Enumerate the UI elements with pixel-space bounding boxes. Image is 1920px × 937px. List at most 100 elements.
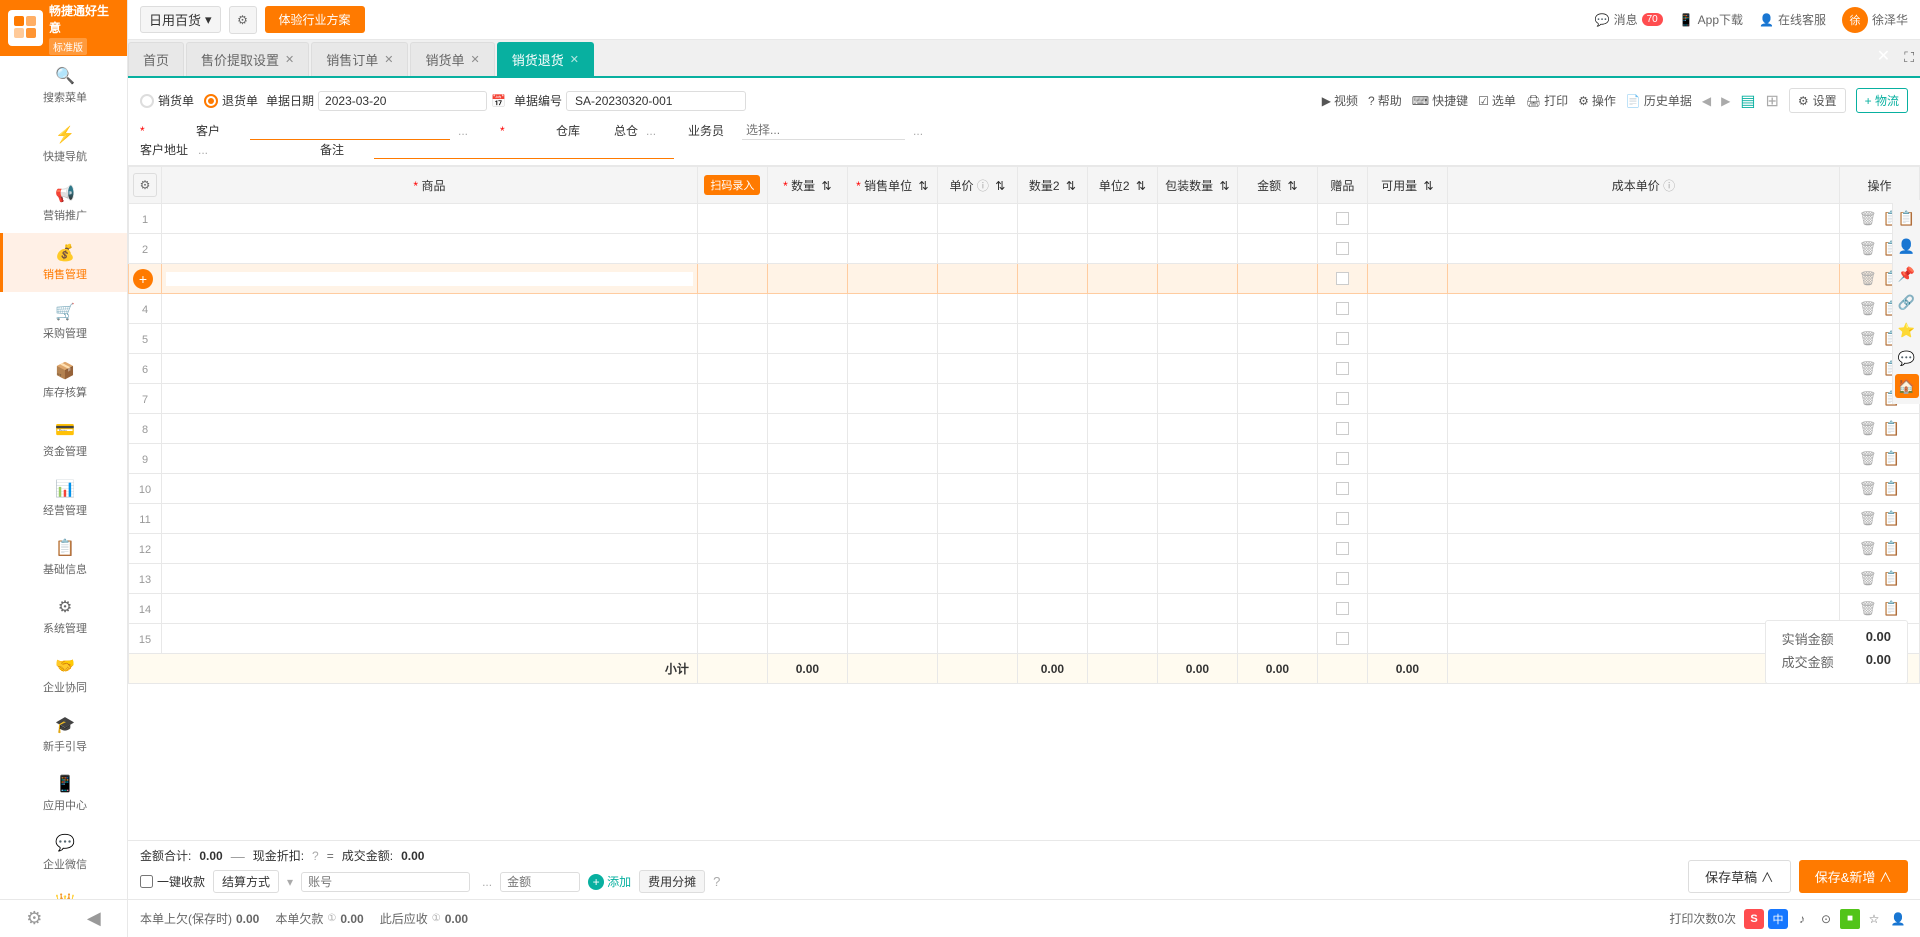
unit-price-cell[interactable] — [937, 234, 1017, 264]
qty2-cell[interactable] — [1017, 354, 1087, 384]
qty2-cell[interactable] — [1017, 294, 1087, 324]
product-cell[interactable] — [162, 234, 698, 264]
gift-checkbox[interactable] — [1336, 512, 1349, 525]
qty-cell[interactable] — [767, 234, 847, 264]
product-cell[interactable] — [162, 594, 698, 624]
sale-unit-cell[interactable] — [847, 264, 937, 294]
available-cell[interactable] — [1367, 354, 1447, 384]
gift-checkbox[interactable] — [1336, 482, 1349, 495]
save-new-button[interactable]: 保存&新增 ∧ — [1799, 860, 1908, 893]
product-input[interactable] — [166, 302, 693, 316]
print-button[interactable]: 🖨 打印 — [1526, 92, 1568, 109]
settlement-dropdown-icon[interactable]: ▾ — [287, 875, 293, 889]
available-cell[interactable] — [1367, 294, 1447, 324]
sidebar-item-marketing[interactable]: 📢 营销推广 — [0, 174, 127, 233]
pack-qty-cell[interactable] — [1157, 594, 1237, 624]
unit-price-sort-icon[interactable]: ⇅ — [995, 179, 1005, 193]
sale-unit-cell[interactable] — [847, 234, 937, 264]
gift-checkbox[interactable] — [1336, 542, 1349, 555]
unit-price-cell[interactable] — [937, 564, 1017, 594]
delete-row-icon[interactable]: 🗑 — [1859, 480, 1877, 497]
sidebar-item-purchase[interactable]: 🛒 采购管理 — [0, 292, 127, 351]
unit-price-cell[interactable] — [937, 324, 1017, 354]
radio-shipment[interactable]: 销货单 — [140, 92, 194, 109]
unit-price-cell[interactable] — [937, 444, 1017, 474]
qty-cell[interactable] — [767, 354, 847, 384]
available-cell[interactable] — [1367, 594, 1447, 624]
available-cell[interactable] — [1367, 264, 1447, 294]
unit2-cell[interactable] — [1087, 504, 1157, 534]
qty2-cell[interactable] — [1017, 444, 1087, 474]
product-cell[interactable] — [162, 264, 698, 294]
delete-row-icon[interactable]: 🗑 — [1859, 330, 1877, 347]
product-input[interactable] — [166, 482, 693, 496]
sale-unit-cell[interactable] — [847, 294, 937, 324]
online-service-button[interactable]: 👤 在线客服 — [1759, 11, 1826, 28]
pack-qty-cell[interactable] — [1157, 444, 1237, 474]
try-industry-button[interactable]: 体验行业方案 — [265, 6, 365, 33]
status-icon-7[interactable]: 👤 — [1888, 909, 1908, 929]
account-input[interactable] — [301, 872, 470, 892]
gift-checkbox[interactable] — [1336, 452, 1349, 465]
qty-cell[interactable] — [767, 324, 847, 354]
available-cell[interactable] — [1367, 204, 1447, 234]
float-btn-1[interactable]: 📋 — [1895, 206, 1919, 230]
sale-unit-cell[interactable] — [847, 504, 937, 534]
help-circle-icon[interactable]: ? — [312, 849, 319, 863]
product-input[interactable] — [166, 272, 693, 286]
product-input[interactable] — [166, 242, 693, 256]
unit-price-cell[interactable] — [937, 474, 1017, 504]
code-input[interactable] — [566, 91, 746, 111]
unit2-cell[interactable] — [1087, 564, 1157, 594]
breadcrumb-select[interactable]: 日用百货 ▾ — [140, 6, 221, 33]
salesperson-dots[interactable]: ... — [913, 124, 923, 138]
qty2-cell[interactable] — [1017, 474, 1087, 504]
product-cell[interactable] — [162, 624, 698, 654]
cost-price-cell[interactable] — [1447, 204, 1839, 234]
unit-price-cell[interactable] — [937, 594, 1017, 624]
product-cell[interactable] — [162, 504, 698, 534]
qty2-cell[interactable] — [1017, 504, 1087, 534]
gift-checkbox[interactable] — [1336, 272, 1349, 285]
pack-qty-cell[interactable] — [1157, 564, 1237, 594]
qty-cell[interactable] — [767, 474, 847, 504]
available-cell[interactable] — [1367, 474, 1447, 504]
float-btn-3[interactable]: 📌 — [1895, 262, 1919, 286]
qty-cell[interactable] — [767, 624, 847, 654]
salesperson-input[interactable] — [742, 121, 905, 140]
status-icon-6[interactable]: ☆ — [1864, 909, 1884, 929]
cost-price-cell[interactable] — [1447, 324, 1839, 354]
gift-checkbox[interactable] — [1336, 212, 1349, 225]
pack-qty-cell[interactable] — [1157, 474, 1237, 504]
cost-price-cell[interactable] — [1447, 504, 1839, 534]
product-input[interactable] — [166, 362, 693, 376]
operation-button[interactable]: ⚙ 操作 — [1578, 92, 1616, 109]
gift-checkbox[interactable] — [1336, 602, 1349, 615]
copy-row-icon[interactable]: 📋 — [1883, 600, 1900, 617]
cost-price-cell[interactable] — [1447, 414, 1839, 444]
sale-unit-cell[interactable] — [847, 444, 937, 474]
float-btn-6[interactable]: 💬 — [1895, 346, 1919, 370]
pack-qty-cell[interactable] — [1157, 414, 1237, 444]
cost-price-cell[interactable] — [1447, 474, 1839, 504]
cost-price-info-icon[interactable]: ⓘ — [1663, 179, 1675, 193]
pack-qty-cell[interactable] — [1157, 234, 1237, 264]
sale-unit-cell[interactable] — [847, 534, 937, 564]
qty2-cell[interactable] — [1017, 594, 1087, 624]
unit-price-cell[interactable] — [937, 624, 1017, 654]
available-sort-icon[interactable]: ⇅ — [1424, 179, 1434, 193]
amount-cell[interactable] — [1237, 414, 1317, 444]
product-cell[interactable] — [162, 414, 698, 444]
copy-row-icon[interactable]: 📋 — [1883, 540, 1900, 557]
tab-shipment[interactable]: 销货单 ✕ — [410, 42, 494, 76]
unit2-cell[interactable] — [1087, 324, 1157, 354]
status-icon-5[interactable]: ■ — [1840, 909, 1860, 929]
amount-cell[interactable] — [1237, 474, 1317, 504]
shortcut-button[interactable]: ⌨ 快捷键 — [1412, 92, 1468, 109]
amount-cell[interactable] — [1237, 624, 1317, 654]
pack-qty-cell[interactable] — [1157, 624, 1237, 654]
unit-price-cell[interactable] — [937, 414, 1017, 444]
cost-price-cell[interactable] — [1447, 534, 1839, 564]
view-mode-list-icon[interactable]: ▤ — [1740, 91, 1755, 111]
nav-prev-icon[interactable]: ◀ — [1702, 94, 1711, 108]
